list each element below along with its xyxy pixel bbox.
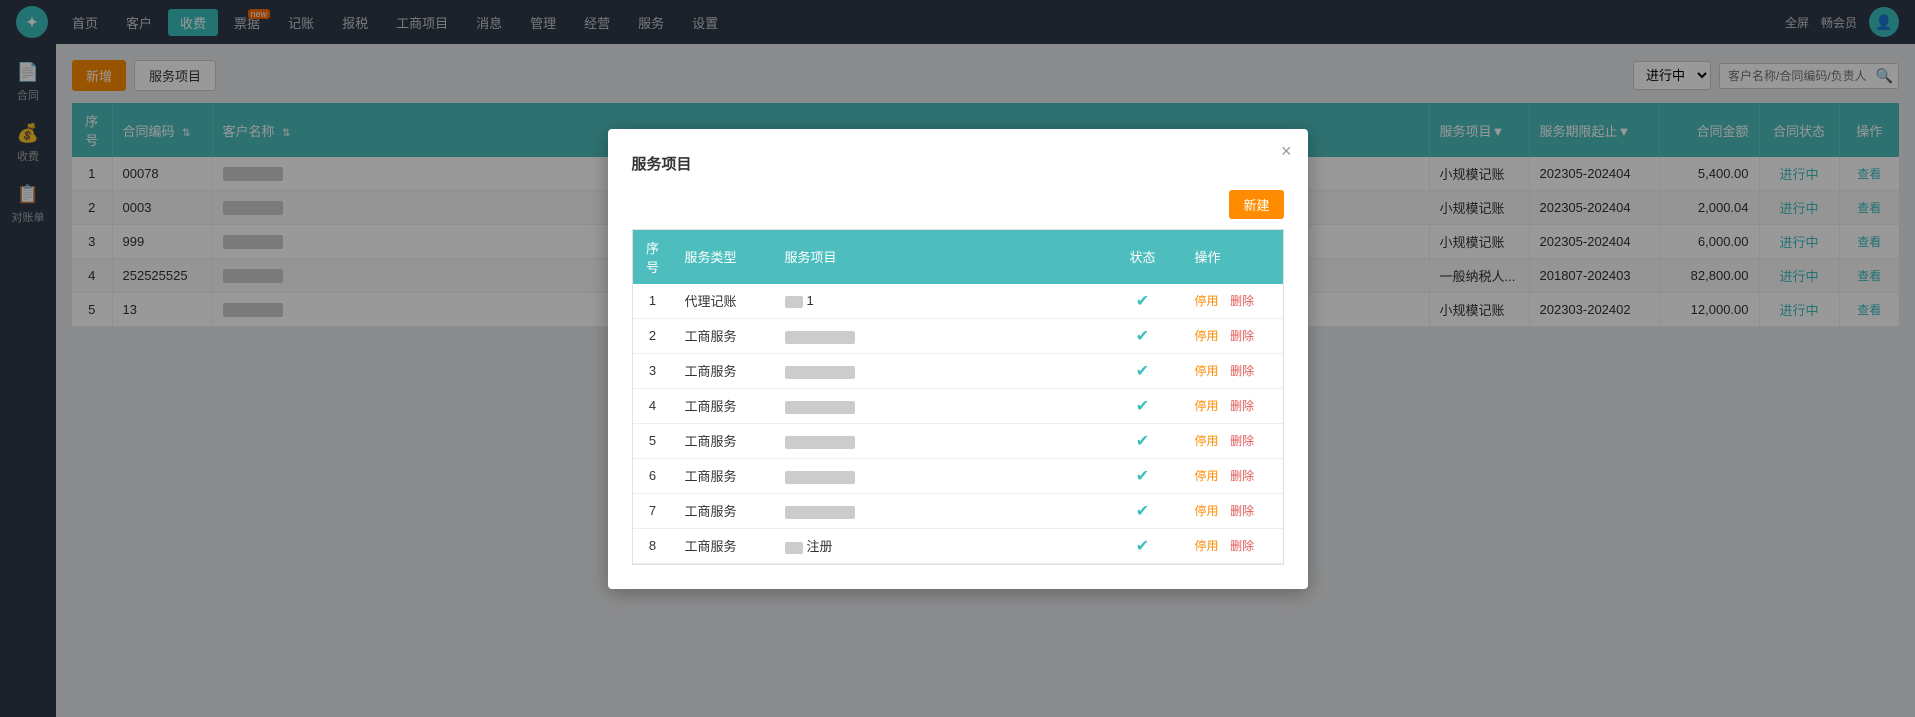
modal-cell-type: 工商服务 xyxy=(673,423,773,458)
delete-button[interactable]: 删除 xyxy=(1230,537,1254,554)
modal-cell-item: 注册 xyxy=(773,528,1103,563)
modal-cell-type: 代理记账 xyxy=(673,284,773,319)
stop-button[interactable]: 停用 xyxy=(1195,362,1219,379)
modal-th-item: 服务项目 xyxy=(773,230,1103,284)
modal-cell-seq: 2 xyxy=(633,318,673,353)
modal-table-row: 5 工商服务 ✔ 停用 删除 xyxy=(633,423,1283,458)
modal-table-row: 8 工商服务 注册 ✔ 停用 删除 xyxy=(633,528,1283,563)
modal-cell-status: ✔ xyxy=(1103,423,1183,458)
modal-cell-status: ✔ xyxy=(1103,353,1183,388)
modal-cell-type: 工商服务 xyxy=(673,493,773,528)
modal-table: 序号 服务类型 服务项目 状态 操作 1 代理记账 1 ✔ 停用 删除 2 xyxy=(633,230,1283,564)
modal-cell-seq: 5 xyxy=(633,423,673,458)
modal-cell-action: 停用 删除 xyxy=(1183,458,1283,493)
service-items-modal: × 服务项目 新建 序号 服务类型 服务项目 状态 操作 1 代理记账 xyxy=(608,129,1308,589)
modal-cell-item xyxy=(773,493,1103,528)
modal-cell-status: ✔ xyxy=(1103,493,1183,528)
status-check-icon: ✔ xyxy=(1136,433,1149,450)
modal-cell-item xyxy=(773,458,1103,493)
status-check-icon: ✔ xyxy=(1136,503,1149,520)
modal-th-type: 服务类型 xyxy=(673,230,773,284)
stop-button[interactable]: 停用 xyxy=(1195,502,1219,519)
delete-button[interactable]: 删除 xyxy=(1230,397,1254,414)
modal-cell-item xyxy=(773,388,1103,423)
stop-button[interactable]: 停用 xyxy=(1195,327,1219,344)
modal-cell-action: 停用 删除 xyxy=(1183,353,1283,388)
modal-cell-type: 工商服务 xyxy=(673,458,773,493)
modal-cell-status: ✔ xyxy=(1103,284,1183,319)
modal-new-button[interactable]: 新建 xyxy=(1229,190,1283,219)
stop-button[interactable]: 停用 xyxy=(1195,432,1219,449)
modal-cell-item xyxy=(773,423,1103,458)
modal-title: 服务项目 xyxy=(632,153,1284,174)
stop-button[interactable]: 停用 xyxy=(1195,537,1219,554)
delete-button[interactable]: 删除 xyxy=(1230,502,1254,519)
stop-button[interactable]: 停用 xyxy=(1195,467,1219,484)
modal-cell-seq: 3 xyxy=(633,353,673,388)
status-check-icon: ✔ xyxy=(1136,468,1149,485)
status-check-icon: ✔ xyxy=(1136,363,1149,380)
delete-button[interactable]: 删除 xyxy=(1230,432,1254,449)
modal-cell-seq: 4 xyxy=(633,388,673,423)
modal-table-row: 1 代理记账 1 ✔ 停用 删除 xyxy=(633,284,1283,319)
modal-cell-item xyxy=(773,318,1103,353)
modal-table-row: 6 工商服务 ✔ 停用 删除 xyxy=(633,458,1283,493)
stop-button[interactable]: 停用 xyxy=(1195,292,1219,309)
modal-cell-seq: 6 xyxy=(633,458,673,493)
modal-cell-item xyxy=(773,353,1103,388)
modal-close-button[interactable]: × xyxy=(1281,141,1292,162)
modal-table-row: 7 工商服务 ✔ 停用 删除 xyxy=(633,493,1283,528)
delete-button[interactable]: 删除 xyxy=(1230,362,1254,379)
modal-cell-type: 工商服务 xyxy=(673,318,773,353)
modal-table-row: 4 工商服务 ✔ 停用 删除 xyxy=(633,388,1283,423)
modal-cell-action: 停用 删除 xyxy=(1183,318,1283,353)
modal-cell-action: 停用 删除 xyxy=(1183,493,1283,528)
modal-table-row: 2 工商服务 ✔ 停用 删除 xyxy=(633,318,1283,353)
delete-button[interactable]: 删除 xyxy=(1230,292,1254,309)
modal-table-row: 3 工商服务 ✔ 停用 删除 xyxy=(633,353,1283,388)
status-check-icon: ✔ xyxy=(1136,398,1149,415)
modal-cell-type: 工商服务 xyxy=(673,388,773,423)
modal-th-action: 操作 xyxy=(1183,230,1283,284)
delete-button[interactable]: 删除 xyxy=(1230,327,1254,344)
modal-cell-action: 停用 删除 xyxy=(1183,284,1283,319)
status-check-icon: ✔ xyxy=(1136,293,1149,310)
stop-button[interactable]: 停用 xyxy=(1195,397,1219,414)
modal-toolbar: 新建 xyxy=(632,190,1284,219)
modal-cell-type: 工商服务 xyxy=(673,528,773,563)
modal-cell-action: 停用 删除 xyxy=(1183,423,1283,458)
modal-cell-type: 工商服务 xyxy=(673,353,773,388)
modal-cell-status: ✔ xyxy=(1103,458,1183,493)
modal-th-status: 状态 xyxy=(1103,230,1183,284)
status-check-icon: ✔ xyxy=(1136,538,1149,555)
modal-cell-seq: 7 xyxy=(633,493,673,528)
modal-cell-item: 1 xyxy=(773,284,1103,319)
status-check-icon: ✔ xyxy=(1136,328,1149,345)
modal-cell-action: 停用 删除 xyxy=(1183,388,1283,423)
modal-overlay[interactable]: × 服务项目 新建 序号 服务类型 服务项目 状态 操作 1 代理记账 xyxy=(0,0,1915,717)
modal-cell-seq: 8 xyxy=(633,528,673,563)
modal-cell-action: 停用 删除 xyxy=(1183,528,1283,563)
modal-cell-status: ✔ xyxy=(1103,318,1183,353)
modal-cell-seq: 1 xyxy=(633,284,673,319)
modal-cell-status: ✔ xyxy=(1103,528,1183,563)
modal-th-seq: 序号 xyxy=(633,230,673,284)
modal-cell-status: ✔ xyxy=(1103,388,1183,423)
delete-button[interactable]: 删除 xyxy=(1230,467,1254,484)
modal-table-wrapper[interactable]: 序号 服务类型 服务项目 状态 操作 1 代理记账 1 ✔ 停用 删除 2 xyxy=(632,229,1284,565)
